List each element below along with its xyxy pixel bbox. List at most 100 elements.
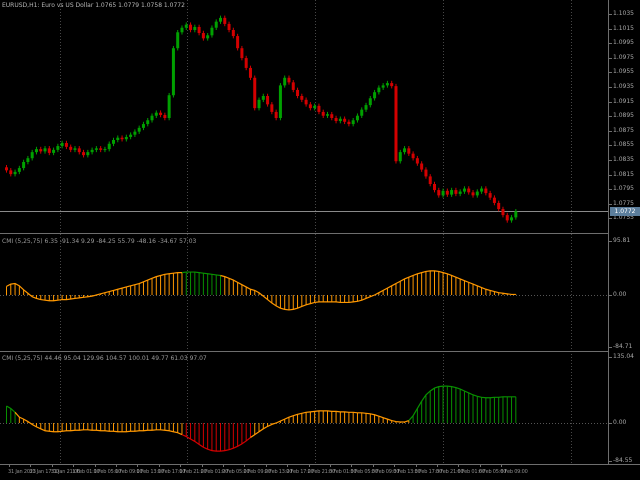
candle-body	[201, 33, 205, 39]
time-tick	[51, 465, 53, 467]
time-tick	[287, 465, 289, 467]
candle-body	[5, 167, 8, 171]
price-label: 1.0935	[613, 83, 634, 90]
candle-body	[368, 98, 372, 106]
time-tick	[351, 465, 353, 467]
axis-tick	[609, 87, 612, 88]
candle-body	[189, 24, 193, 30]
time-tick	[180, 465, 182, 467]
candle-body	[390, 83, 394, 87]
candle-body	[377, 87, 381, 93]
candle-body	[283, 77, 287, 86]
candle-body	[467, 188, 471, 193]
candle-body	[193, 26, 197, 30]
axis-tick	[609, 102, 612, 103]
candle-body	[141, 124, 145, 128]
candle-body	[270, 104, 274, 112]
candle-body	[176, 32, 180, 49]
candle-body	[103, 149, 107, 151]
candle-body	[214, 21, 218, 28]
candle-body	[137, 127, 141, 132]
chart-window: EURUSD,H1: Euro vs US Dollar 1.0765 1.07…	[0, 0, 640, 480]
time-tick	[265, 465, 267, 467]
candle-body	[60, 143, 64, 147]
candle-body	[428, 176, 432, 184]
candle-body	[13, 171, 17, 175]
candle-body	[441, 190, 445, 196]
chart-title: EURUSD,H1: Euro vs US Dollar 1.0765 1.07…	[2, 2, 185, 9]
axis-tick	[609, 145, 612, 146]
candle-body	[505, 215, 509, 221]
price-label: 1.0955	[613, 68, 634, 75]
candle-body	[236, 36, 240, 49]
candle-body	[462, 188, 466, 192]
price-axis[interactable]: 1.0772 1.1035 1.1015 1.0995 1.0975 1.0955 1.0…	[608, 0, 640, 464]
price-label: 1.0795	[613, 185, 634, 192]
candle-body	[240, 48, 244, 59]
candle-body	[347, 121, 351, 125]
candle-body	[86, 152, 90, 156]
time-tick	[94, 465, 96, 467]
axis-tick	[609, 175, 612, 176]
chart-surface[interactable]	[0, 0, 608, 464]
time-tick	[372, 465, 374, 467]
axis-tick	[609, 295, 612, 296]
candle-body	[26, 158, 30, 162]
time-tick	[479, 465, 481, 467]
price-label: 1.0975	[613, 54, 634, 61]
candle-body	[52, 149, 56, 153]
candle-body	[184, 24, 188, 28]
candle-body	[317, 105, 321, 112]
candle-body	[107, 143, 111, 150]
time-tick	[116, 465, 117, 467]
candle-body	[257, 99, 261, 109]
candle-body	[480, 188, 484, 192]
candle-body	[82, 152, 86, 156]
axis-tick	[609, 14, 612, 15]
candle-body	[381, 85, 385, 88]
candle-body	[47, 148, 51, 153]
axis-tick	[609, 43, 612, 44]
price-label: 1.0855	[613, 141, 634, 148]
candle-body	[248, 67, 252, 78]
candle-body	[351, 120, 355, 125]
candle-body	[321, 111, 325, 116]
candle-body	[437, 190, 441, 196]
candle-body	[488, 193, 492, 198]
candle-body	[116, 137, 120, 140]
time-tick	[415, 465, 417, 467]
candle-body	[514, 211, 518, 218]
current-price-tag: 1.0772	[610, 207, 640, 216]
panel-separator-2[interactable]	[0, 351, 640, 352]
price-label: 1.0895	[613, 112, 634, 119]
candle-body	[146, 120, 150, 125]
candle-body	[206, 35, 210, 39]
histogram-envelope	[408, 385, 516, 421]
candle-body	[22, 161, 26, 169]
price-label: 1.0915	[613, 98, 634, 105]
axis-tick	[609, 189, 612, 190]
candle-body	[253, 77, 257, 109]
candle-body	[313, 105, 317, 109]
candle-body	[398, 152, 402, 162]
axis-tick	[609, 241, 612, 242]
indicator-scale-label: 95.81	[613, 237, 631, 244]
candle-body	[484, 188, 488, 194]
candle-body	[510, 217, 514, 221]
indicator-scale-label: -84.71	[613, 343, 633, 350]
axis-tick	[609, 357, 612, 358]
time-axis[interactable]: 31 Jan 2023 31 Jan 17:00 31 Jan 21:00 1 Feb…	[0, 465, 640, 480]
time-tick	[501, 465, 503, 467]
indicator-scale-label: 0.00	[613, 419, 627, 426]
candle-body	[43, 148, 47, 152]
candle-body	[129, 134, 133, 137]
time-tick	[244, 465, 246, 467]
candle-body	[415, 158, 419, 164]
axis-tick	[609, 29, 612, 30]
candle-body	[219, 17, 222, 22]
candle-body	[180, 27, 184, 33]
panel-separator-1[interactable]	[0, 233, 640, 234]
candle-body	[420, 163, 424, 170]
candle-body	[497, 202, 501, 210]
time-tick	[73, 465, 75, 467]
